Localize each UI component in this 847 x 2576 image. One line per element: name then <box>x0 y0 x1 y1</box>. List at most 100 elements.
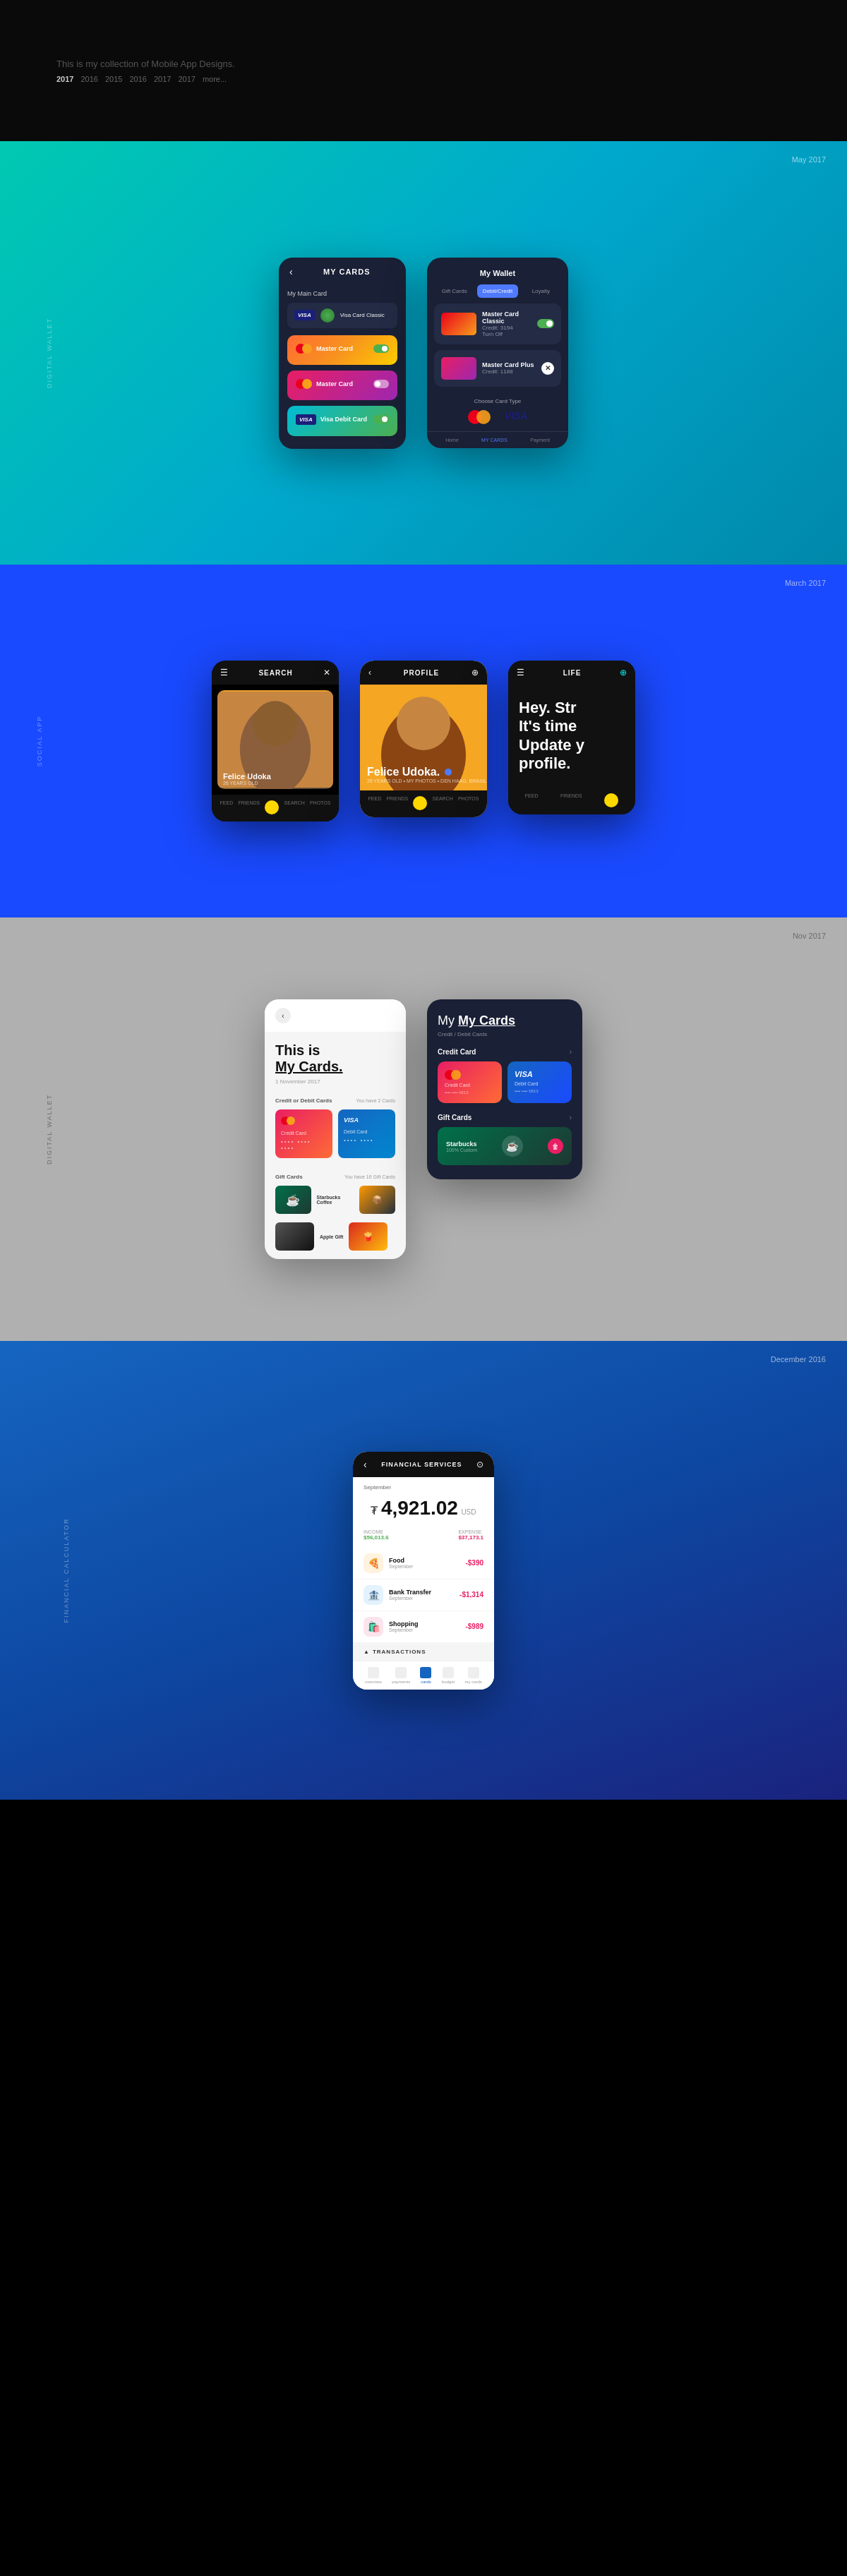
delete-starbucks-btn[interactable]: 🗑 <box>548 1138 563 1154</box>
toggle-3[interactable] <box>373 415 389 423</box>
visa-card-row[interactable]: VISA Visa Card Classic <box>287 303 397 328</box>
life-nav-avatar[interactable] <box>604 793 618 809</box>
profile-nav-friends[interactable]: FRIENDS <box>386 796 408 812</box>
finance-phone: ‹ FINANCIAL SERVICES ⊙ September ₮ 4,921… <box>353 1452 494 1690</box>
back-circle-btn[interactable]: ‹ <box>275 1008 291 1023</box>
nav-feed-search[interactable]: FEED <box>220 800 234 816</box>
mc-circle-right-2 <box>302 379 312 389</box>
profile-person-details: 26 YEARS OLD • MY PHOTOS • DEN HAAG, BRA… <box>367 778 486 783</box>
wallet-toggle-1[interactable] <box>537 319 554 328</box>
year-2017[interactable]: 2017 <box>56 75 73 83</box>
panel-credit-arrow: › <box>570 1048 572 1056</box>
back-arrow-icon[interactable]: ‹ <box>289 266 293 277</box>
mc-circle-right-1 <box>302 344 312 354</box>
mcdonalds-thumb[interactable]: 🍟 <box>349 1222 388 1251</box>
gift-section-count: You have 16 Gift Cards <box>344 1174 395 1179</box>
nav-my-cards[interactable]: MY CARDS <box>481 438 507 443</box>
panel-title: My My Cards <box>438 1013 572 1028</box>
choose-card-type-label: Choose Card Type <box>427 392 568 410</box>
apple-thumb[interactable] <box>275 1222 314 1251</box>
panel-credit-num: •••• •••• 0613 <box>445 1090 495 1095</box>
shopping-icon: 🛍️ <box>364 1617 383 1637</box>
tab-loyalty[interactable]: Loyalty <box>521 284 561 298</box>
wallet-card-2[interactable]: Master Card Plus Credit: 1188 ✕ <box>434 350 561 387</box>
finance-nav-overview[interactable]: overview <box>365 1667 382 1684</box>
life-nav-friends[interactable]: FRIENDS <box>560 793 582 809</box>
wallet-card-1[interactable]: Master Card Classic Credit: 3194 Turn Of… <box>434 303 561 344</box>
starbucks-gift-card[interactable]: Starbucks 100% Custom ☕ 🗑 <box>438 1127 572 1165</box>
nav-photos-search[interactable]: PHOTOS <box>310 800 330 816</box>
profile-nav-photos[interactable]: PHOTOS <box>458 796 479 812</box>
section-date-blue: March 2017 <box>785 579 826 587</box>
nav-home[interactable]: Home <box>445 438 459 443</box>
credit-section-label: Credit or Debit Cards <box>275 1097 332 1104</box>
mastercard-option[interactable] <box>468 410 491 424</box>
wallet-card2-num: Credit: 1188 <box>482 368 536 375</box>
toggle-1[interactable] <box>373 344 389 353</box>
nav-payment[interactable]: Payment <box>530 438 550 443</box>
close-button[interactable]: ✕ <box>541 362 554 375</box>
year-2016[interactable]: 2016 <box>80 75 97 83</box>
finance-nav-mycards[interactable]: my cards <box>464 1667 481 1684</box>
panel-subtitle: Credit / Debit Cards <box>438 1031 572 1037</box>
life-nav-feed[interactable]: FEED <box>525 793 539 809</box>
starbucks-name: Starbucks <box>446 1140 477 1148</box>
year-2015[interactable]: 2015 <box>105 75 122 83</box>
finance-nav-cards[interactable]: cards <box>420 1667 431 1684</box>
finance-back-arrow[interactable]: ‹ <box>364 1459 367 1470</box>
transaction-food: 🍕 Food September -$390 <box>353 1548 494 1579</box>
search-phone: ☰ SEARCH ✕ Felice Udoka 26 YEARS OLD <box>212 661 339 821</box>
svg-point-6 <box>397 697 450 750</box>
bank-icon: 🏦 <box>364 1585 383 1605</box>
wallet-phone: My Wallet Gift Cards Debit/Credit Loyalt… <box>427 258 568 448</box>
nav-search-search[interactable]: SEARCH <box>284 800 305 816</box>
year-2017b[interactable]: 2017 <box>154 75 171 83</box>
food-amount: -$390 <box>465 1559 483 1567</box>
life-close-icon[interactable]: ⊕ <box>620 668 627 678</box>
tab-debit-credit[interactable]: Debit/Credit <box>477 284 517 298</box>
profile-phone: ‹ PROFILE ⊕ Felice Udoka. 26 YEARS OLD •… <box>360 661 487 817</box>
section-date-teal: May 2017 <box>792 155 826 164</box>
life-menu-icon[interactable]: ☰ <box>517 668 524 678</box>
finance-amount: 4,921.02 <box>381 1497 458 1519</box>
profile-nav-feed[interactable]: FEED <box>368 796 382 812</box>
finance-nav-budget[interactable]: budget <box>442 1667 455 1684</box>
svg-point-3 <box>253 701 298 746</box>
toggle-2[interactable] <box>373 380 389 388</box>
bank-name: Bank Transfer <box>389 1589 454 1596</box>
food-date: September <box>389 1564 459 1569</box>
finance-title: FINANCIAL SERVICES <box>381 1461 462 1468</box>
mastercard-item-2[interactable]: Master Card <box>287 371 397 400</box>
starbucks-thumb[interactable]: ☕ <box>275 1186 311 1214</box>
nav-friends-search[interactable]: FRIENDS <box>238 800 260 816</box>
menu-icon[interactable]: ☰ <box>220 668 228 678</box>
section-label-wallet-gray: Digital Wallet <box>46 1094 53 1164</box>
finance-settings-icon[interactable]: ⊙ <box>476 1459 483 1469</box>
debit-card-label: Debit Card <box>344 1129 390 1134</box>
profile-nav-search[interactable]: SEARCH <box>433 796 453 812</box>
nav-avatar-search[interactable] <box>265 800 279 816</box>
search-phone-close[interactable]: ✕ <box>323 668 330 678</box>
panel-credit-section: Credit Card <box>438 1048 476 1056</box>
year-2017c[interactable]: 2017 <box>178 75 195 83</box>
mastercard-item-1[interactable]: Master Card <box>287 335 397 365</box>
year-more[interactable]: more... <box>203 75 227 83</box>
person-card-search[interactable]: Felice Udoka 26 YEARS OLD <box>217 690 333 789</box>
wallet-title: My Wallet <box>480 269 515 277</box>
visa-option[interactable]: VISA <box>505 410 528 424</box>
panel-credit-card[interactable]: Credit Card •••• •••• 0613 <box>438 1061 502 1103</box>
transactions-header: ▲ TRANSACTIONS <box>353 1643 494 1661</box>
profile-nav-avatar[interactable] <box>413 796 427 812</box>
year-2016b[interactable]: 2016 <box>129 75 146 83</box>
panel-debit-card[interactable]: VISA Debit Card •••• •••• 0613 <box>507 1061 572 1103</box>
profile-menu-icon[interactable]: ⊕ <box>471 668 479 678</box>
finance-nav-payments[interactable]: payments <box>392 1667 410 1684</box>
credit-card-mini[interactable]: Credit Card •••• •••• •••• <box>275 1109 332 1158</box>
amazon-thumb[interactable]: 📦 <box>359 1186 395 1214</box>
food-name: Food <box>389 1557 459 1564</box>
visa-debit-item[interactable]: VISA Visa Debit Card <box>287 406 397 436</box>
debit-card-mini[interactable]: VISA Debit Card •••• •••• <box>338 1109 395 1158</box>
section-date-gray: Nov 2017 <box>793 932 826 940</box>
tab-gift-cards[interactable]: Gift Cards <box>434 284 474 298</box>
starbucks-sub: 100% Custom <box>446 1148 477 1152</box>
